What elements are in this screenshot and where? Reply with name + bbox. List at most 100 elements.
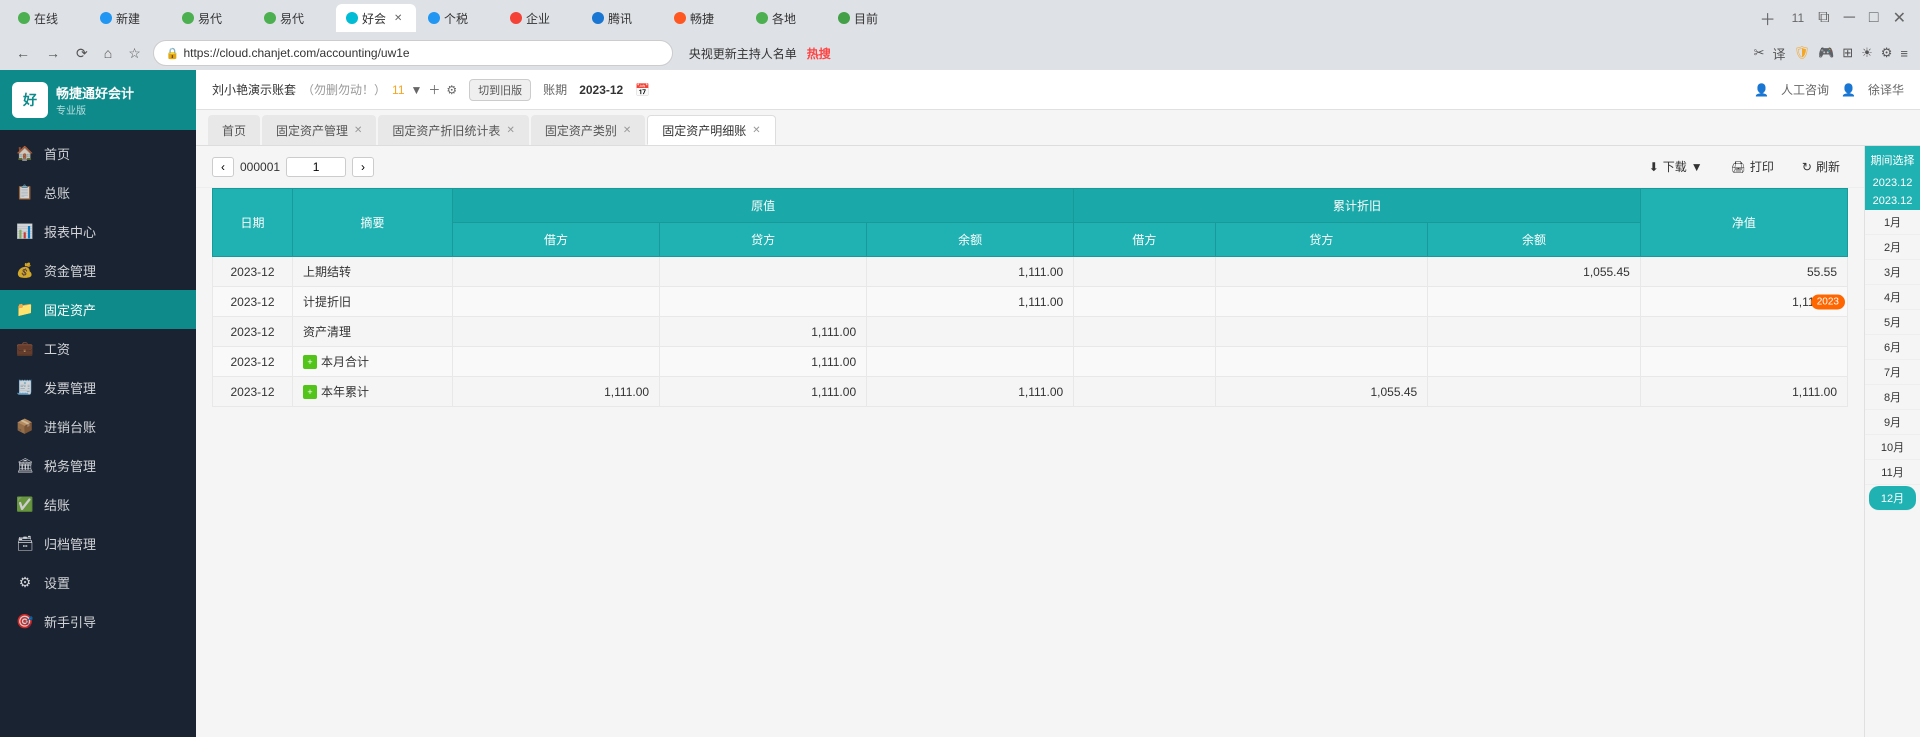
sidebar-item-结账[interactable]: ✅结账	[0, 485, 196, 524]
page-tab-close-1[interactable]: ✕	[354, 125, 362, 136]
page-tab-close-3[interactable]: ✕	[623, 125, 631, 136]
period-item-10月[interactable]: 10月	[1865, 435, 1920, 460]
period-item-6月[interactable]: 6月	[1865, 335, 1920, 360]
page-tab-0[interactable]: 首页	[208, 115, 260, 145]
page-tab-3[interactable]: 固定资产类别✕	[531, 115, 645, 145]
browser-tab-0[interactable]: 在线	[8, 4, 88, 32]
nav-label-11: 设置	[44, 573, 70, 592]
page-tab-label-1: 固定资产管理	[276, 122, 348, 139]
restore-window-button[interactable]: ⧉	[1812, 9, 1835, 27]
row-yuanzhi-balance	[867, 347, 1074, 377]
download-button[interactable]: ⬇ 下载 ▼	[1641, 154, 1711, 179]
switch-version-button[interactable]: 切到旧版	[469, 79, 531, 101]
period-item-12月[interactable]: 12月	[1869, 486, 1916, 511]
nav-icon-0: 🏠	[16, 145, 34, 163]
browser-tab-4[interactable]: 好会✕	[336, 4, 416, 32]
settings-icon[interactable]: ⚙	[1881, 45, 1893, 61]
page-tab-close-2[interactable]: ✕	[506, 125, 514, 136]
leiji-balance-header: 余额	[1428, 223, 1641, 257]
account-dropdown-icon[interactable]: ▼	[411, 83, 423, 97]
period-item-5月[interactable]: 5月	[1865, 310, 1920, 335]
yuanzhi-debit-header: 借方	[453, 223, 660, 257]
address-input[interactable]: 🔒 https://cloud.chanjet.com/accounting/u…	[153, 40, 673, 66]
sidebar-item-资金管理[interactable]: 💰资金管理	[0, 251, 196, 290]
period-item-11月[interactable]: 11月	[1865, 460, 1920, 485]
yuanzhi-group-header: 原值	[453, 189, 1074, 223]
sidebar-item-发票管理[interactable]: 🧾发票管理	[0, 368, 196, 407]
period-selected-start[interactable]: 2023.12	[1865, 174, 1920, 192]
refresh-button[interactable]: ↻ 刷新	[1794, 154, 1848, 179]
nav-icon-2: 📊	[16, 223, 34, 241]
print-label: 打印	[1750, 158, 1774, 175]
prev-page-button[interactable]: ‹	[212, 157, 234, 177]
table-row: 2023-12 +本年累计 1,111.00 1,111.00 1,111.00…	[213, 377, 1848, 407]
calendar-icon[interactable]: 📅	[635, 83, 650, 97]
period-item-9月[interactable]: 9月	[1865, 410, 1920, 435]
sidebar-item-设置[interactable]: ⚙设置	[0, 563, 196, 602]
address-bar: ← → ⟳ ⌂ ☆ 🔒 https://cloud.chanjet.com/ac…	[0, 36, 1920, 70]
period-panel-title: 期间选择	[1865, 146, 1920, 174]
row-yuanzhi-balance: 1,111.00	[867, 377, 1074, 407]
extension-icon[interactable]: 🛡	[1793, 45, 1810, 61]
forward-button[interactable]: →	[42, 43, 64, 63]
service-label[interactable]: 人工咨询	[1781, 81, 1829, 98]
hot-search-label[interactable]: 热搜	[807, 45, 831, 62]
page-tab-2[interactable]: 固定资产折旧统计表✕	[378, 115, 528, 145]
menu-icon[interactable]: ≡	[1900, 46, 1908, 61]
user-name[interactable]: 徐译华	[1868, 81, 1904, 98]
period-item-7月[interactable]: 7月	[1865, 360, 1920, 385]
settings-small-icon[interactable]: ⚙	[446, 83, 457, 97]
sidebar-item-工资[interactable]: 💼工资	[0, 329, 196, 368]
maximize-button[interactable]: □	[1863, 9, 1885, 27]
period-selected-end[interactable]: 2023.12	[1865, 192, 1920, 210]
sidebar-item-报表中心[interactable]: 📊报表中心	[0, 212, 196, 251]
browser-tab-9[interactable]: 各地	[746, 4, 826, 32]
print-button[interactable]: 🖨 打印	[1723, 154, 1782, 179]
page-tab-close-4[interactable]: ✕	[752, 125, 760, 136]
sidebar-item-固定资产[interactable]: 📁固定资产	[0, 290, 196, 329]
game-icon[interactable]: 🎮	[1818, 45, 1834, 61]
back-button[interactable]: ←	[12, 43, 34, 63]
period-item-3月[interactable]: 3月	[1865, 260, 1920, 285]
sidebar-item-进销台账[interactable]: 📦进销台账	[0, 407, 196, 446]
browser-chrome: 在线新建易代易代好会✕个税企业腾讯畅捷各地目前 ＋ 11 ⧉ ─ □ ✕ ← →…	[0, 0, 1920, 70]
reload-button[interactable]: ⟳	[72, 43, 92, 64]
sidebar-item-税务管理[interactable]: 🏛税务管理	[0, 446, 196, 485]
browser-tab-3[interactable]: 易代	[254, 4, 334, 32]
row-summary-text: 资产清理	[303, 325, 351, 339]
period-item-4月[interactable]: 4月	[1865, 285, 1920, 310]
period-item-1月[interactable]: 1月	[1865, 210, 1920, 235]
page-input[interactable]	[286, 157, 346, 177]
brightness-icon[interactable]: ☀	[1861, 45, 1873, 61]
home-button[interactable]: ⌂	[100, 43, 116, 63]
browser-tab-10[interactable]: 目前	[828, 4, 908, 32]
row-net-value: 55.55	[1640, 257, 1847, 287]
pagination-nav: ‹ 000001 ›	[212, 157, 374, 177]
add-account-button[interactable]: ＋	[428, 81, 440, 98]
browser-tab-6[interactable]: 企业	[500, 4, 580, 32]
browser-tab-7[interactable]: 腾讯	[582, 4, 662, 32]
sidebar-item-总账[interactable]: 📋总账	[0, 173, 196, 212]
app-container: 好 畅捷通好会计 专业版 🏠首页📋总账📊报表中心💰资金管理📁固定资产💼工资🧾发票…	[0, 70, 1920, 737]
sidebar-item-首页[interactable]: 🏠首页	[0, 134, 196, 173]
new-tab-button[interactable]: ＋	[1752, 6, 1784, 30]
browser-tab-5[interactable]: 个税	[418, 4, 498, 32]
sidebar-item-归档管理[interactable]: 🗃归档管理	[0, 524, 196, 563]
page-tab-4[interactable]: 固定资产明细账 ✕	[647, 115, 775, 145]
grid-icon[interactable]: ⊞	[1842, 45, 1853, 61]
browser-tab-2[interactable]: 易代	[172, 4, 252, 32]
next-page-button[interactable]: ›	[352, 157, 374, 177]
translate-icon[interactable]: 译	[1772, 44, 1785, 63]
sidebar-item-新手引导[interactable]: 🎯新手引导	[0, 602, 196, 641]
period-item-8月[interactable]: 8月	[1865, 385, 1920, 410]
bookmark-button[interactable]: ☆	[124, 43, 145, 64]
period-item-2月[interactable]: 2月	[1865, 235, 1920, 260]
minimize-button[interactable]: ─	[1838, 9, 1861, 27]
browser-tab-8[interactable]: 畅捷	[664, 4, 744, 32]
page-tab-1[interactable]: 固定资产管理 ✕	[262, 115, 376, 145]
close-window-button[interactable]: ✕	[1887, 8, 1912, 28]
page-tab-label-4: 固定资产明细账	[662, 122, 746, 139]
scissors-icon[interactable]: ✂	[1754, 45, 1765, 61]
browser-tab-1[interactable]: 新建	[90, 4, 170, 32]
nav-label-6: 发票管理	[44, 378, 96, 397]
